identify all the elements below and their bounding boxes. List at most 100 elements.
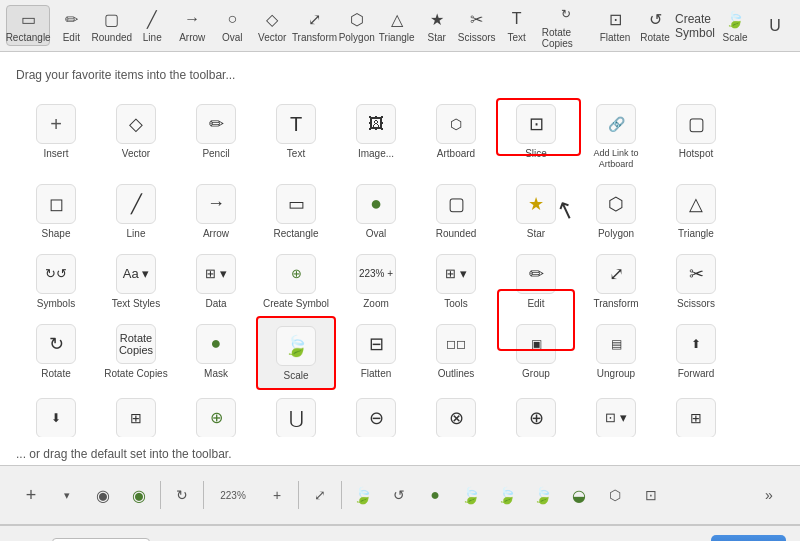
combine-icon: ⊕ bbox=[196, 398, 236, 437]
dt-layers2[interactable]: ◉ bbox=[122, 478, 156, 512]
grid-item-slice[interactable]: ⊡ Slice bbox=[496, 96, 576, 176]
grid-item-star[interactable]: ★ Star bbox=[496, 176, 576, 246]
dt-zoom-value[interactable]: 223% bbox=[208, 478, 258, 512]
grid-item-backward[interactable]: ⬇ Backward bbox=[16, 390, 96, 437]
toolbar-triangle[interactable]: △ Triangle bbox=[378, 6, 416, 45]
grid-item-forward[interactable]: ⬆ Forward bbox=[656, 316, 736, 390]
show-select[interactable]: Icon and Text Icon Only Text Only bbox=[52, 538, 150, 542]
grid-item-tools[interactable]: ⊞ ▾ Tools bbox=[416, 246, 496, 316]
grid-item-union[interactable]: ⋃ Union bbox=[256, 390, 336, 437]
grid-item-shape[interactable]: ◻ Shape bbox=[16, 176, 96, 246]
dt-zoom-plus[interactable]: + bbox=[260, 478, 294, 512]
toolbar-rounded[interactable]: ▢ Rounded bbox=[92, 6, 131, 45]
rectangle-grid-icon: ▭ bbox=[276, 184, 316, 224]
polygon-icon: ⬡ bbox=[346, 8, 368, 30]
grid-item-artboard[interactable]: ⬡ Artboard bbox=[416, 96, 496, 176]
grid-item-ungroup[interactable]: ▤ Ungroup bbox=[576, 316, 656, 390]
grid-item-polygon[interactable]: ⬡ Polygon bbox=[576, 176, 656, 246]
toolbar-scale[interactable]: 🍃 Scale bbox=[716, 6, 754, 45]
text-styles-icon: Aa ▾ bbox=[116, 254, 156, 294]
dt-rotate2[interactable]: ↺ bbox=[382, 478, 416, 512]
grid-item-scissors[interactable]: ✂ Scissors bbox=[656, 246, 736, 316]
grid-item-rectangle[interactable]: ▭ Rectangle bbox=[256, 176, 336, 246]
toolbar-flatten[interactable]: ⊡ Flatten bbox=[596, 6, 634, 45]
dt-leaf2[interactable]: 🍃 bbox=[454, 478, 488, 512]
grid-item-insert[interactable]: + Insert bbox=[16, 96, 96, 176]
toolbar-transform[interactable]: ⤢ Transform bbox=[293, 6, 335, 45]
grid-item-flatten[interactable]: ⊟ Flatten bbox=[336, 316, 416, 390]
grid-item-create-symbol[interactable]: ⊕ Create Symbol bbox=[256, 246, 336, 316]
transform-grid-label: Transform bbox=[593, 298, 638, 310]
toolbar-edit[interactable]: ✏ Edit bbox=[52, 6, 90, 45]
grid-item-view[interactable]: ⊡ ▾ View bbox=[576, 390, 656, 437]
rounded-grid-icon: ▢ bbox=[436, 184, 476, 224]
grid-item-data[interactable]: ⊞ ▾ Data bbox=[176, 246, 256, 316]
grid-item-edit[interactable]: ✏ Edit bbox=[496, 246, 576, 316]
edit-icon: ✏ bbox=[60, 8, 82, 30]
grid-item-arrow[interactable]: → Arrow bbox=[176, 176, 256, 246]
dt-dot[interactable]: ● bbox=[418, 478, 452, 512]
star-grid-label: Star bbox=[527, 228, 545, 240]
insert-label: Insert bbox=[43, 148, 68, 160]
triangle-grid-label: Triangle bbox=[678, 228, 714, 240]
toolbar-rotate-copies-label: Rotate Copies bbox=[542, 27, 590, 49]
dt-leaf1[interactable]: 🍃 bbox=[346, 478, 380, 512]
grid-item-zoom[interactable]: 223% + Zoom bbox=[336, 246, 416, 316]
toolbar-rectangle[interactable]: ▭ Rectangle bbox=[6, 5, 50, 46]
toolbar-scissors[interactable]: ✂ Scissors bbox=[458, 6, 496, 45]
grid-item-transform[interactable]: ⤢ Transform bbox=[576, 246, 656, 316]
toolbar-create-symbol[interactable]: Create Symbol bbox=[676, 13, 714, 39]
text-grid-label: Text bbox=[287, 148, 305, 160]
data-label: Data bbox=[205, 298, 226, 310]
grid-item-make-grid[interactable]: ⊞ Make Grid bbox=[96, 390, 176, 437]
grid-item-vector[interactable]: ◇ Vector bbox=[96, 96, 176, 176]
grid-item-add-link[interactable]: 🔗 Add Link to Artboard bbox=[576, 96, 656, 176]
dt-hex[interactable]: ⬡ bbox=[598, 478, 632, 512]
vector-grid-icon: ◇ bbox=[116, 104, 156, 144]
toolbar-star[interactable]: ★ Star bbox=[418, 6, 456, 45]
group-label: Group bbox=[522, 368, 550, 380]
toolbar-arrow[interactable]: → Arrow bbox=[173, 6, 211, 45]
dt-more[interactable]: » bbox=[752, 478, 786, 512]
toolbar-line[interactable]: ╱ Line bbox=[133, 6, 171, 45]
grid-item-outlines[interactable]: ◻◻ Outlines bbox=[416, 316, 496, 390]
grid-item-rotate-copies[interactable]: Rotate Copies Rotate Copies bbox=[96, 316, 176, 390]
grid-item-text[interactable]: T Text bbox=[256, 96, 336, 176]
text-styles-label: Text Styles bbox=[112, 298, 160, 310]
dt-rotate[interactable]: ↻ bbox=[165, 478, 199, 512]
grid-item-triangle[interactable]: △ Triangle bbox=[656, 176, 736, 246]
grid-item-hotspot[interactable]: ▢ Hotspot bbox=[656, 96, 736, 176]
toolbar-text[interactable]: T Text bbox=[498, 6, 536, 45]
grid-item-rounded[interactable]: ▢ Rounded bbox=[416, 176, 496, 246]
toolbar-rotate-copies[interactable]: ↻ Rotate Copies bbox=[538, 1, 594, 51]
dt-half[interactable]: ◒ bbox=[562, 478, 596, 512]
toolbar-u[interactable]: U bbox=[756, 13, 794, 39]
grid-item-symbols[interactable]: ↻↺ Symbols bbox=[16, 246, 96, 316]
dt-insert[interactable]: + bbox=[14, 478, 48, 512]
grid-item-show-pixels[interactable]: ⊞ Show Pixels bbox=[656, 390, 736, 437]
toolbar-oval[interactable]: ○ Oval bbox=[213, 6, 251, 45]
dt-leaf4[interactable]: 🍃 bbox=[526, 478, 560, 512]
dt-layers[interactable]: ◉ bbox=[86, 478, 120, 512]
dt-box[interactable]: ⊡ bbox=[634, 478, 668, 512]
dt-dropdown[interactable]: ▾ bbox=[50, 478, 84, 512]
grid-item-combine[interactable]: ⊕ Combine bbox=[176, 390, 256, 437]
grid-item-line[interactable]: ╱ Line bbox=[96, 176, 176, 246]
done-button[interactable]: Done bbox=[711, 535, 786, 541]
grid-item-subtract[interactable]: ⊖ Subtract bbox=[336, 390, 416, 437]
toolbar-polygon[interactable]: ⬡ Polygon bbox=[338, 6, 376, 45]
grid-item-oval[interactable]: ● Oval bbox=[336, 176, 416, 246]
toolbar-rotate[interactable]: ↺ Rotate bbox=[636, 6, 674, 45]
grid-item-image[interactable]: 🖼 Image... bbox=[336, 96, 416, 176]
grid-item-rotate[interactable]: ↻ Rotate bbox=[16, 316, 96, 390]
grid-item-intersect[interactable]: ⊗ Intersect bbox=[416, 390, 496, 437]
dt-transform[interactable]: ⤢ bbox=[303, 478, 337, 512]
grid-item-text-styles[interactable]: Aa ▾ Text Styles bbox=[96, 246, 176, 316]
dt-leaf3[interactable]: 🍃 bbox=[490, 478, 524, 512]
grid-item-scale[interactable]: 🍃 Scale bbox=[256, 316, 336, 390]
grid-item-pencil[interactable]: ✏ Pencil bbox=[176, 96, 256, 176]
toolbar-vector[interactable]: ◇ Vector bbox=[253, 6, 291, 45]
grid-item-difference[interactable]: ⊕ Difference bbox=[496, 390, 576, 437]
grid-item-mask[interactable]: ● Mask bbox=[176, 316, 256, 390]
grid-item-group[interactable]: ▣ Group bbox=[496, 316, 576, 390]
